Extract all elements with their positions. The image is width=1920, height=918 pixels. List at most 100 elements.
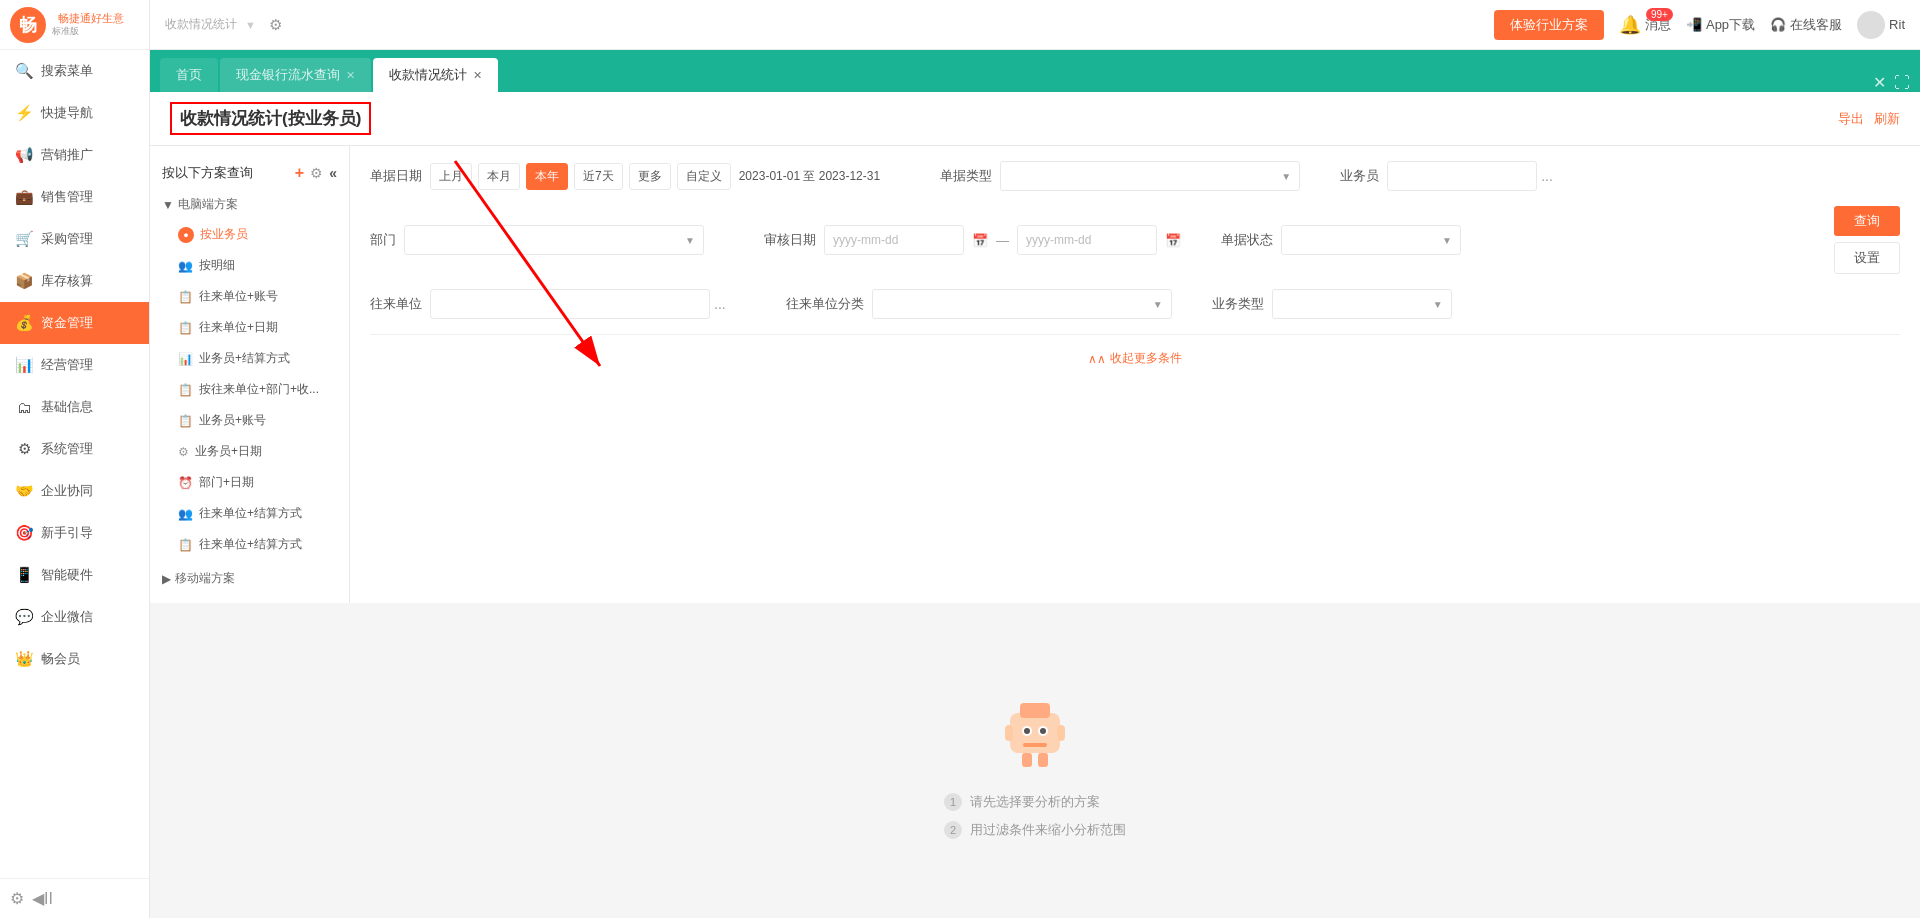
counterpart-more-btn[interactable]: ...: [714, 296, 726, 312]
sidebar-item-marketing[interactable]: 📢 营销推广: [0, 134, 149, 176]
counterpart-select[interactable]: [430, 289, 710, 319]
sidebar-item-enterprise[interactable]: 🤝 企业协同: [0, 470, 149, 512]
sidebar-item-operation[interactable]: 📊 经营管理: [0, 344, 149, 386]
scheme-item-counter-account[interactable]: 📋 往来单位+账号: [150, 281, 349, 312]
dept-select[interactable]: ▼: [404, 225, 704, 255]
page-actions: 导出 刷新: [1838, 110, 1900, 128]
audit-date-from-placeholder: yyyy-mm-dd: [833, 233, 898, 247]
scheme-item-salesperson[interactable]: ● 按业务员: [150, 219, 349, 250]
date-dash: —: [996, 233, 1009, 248]
logo-area: 畅 畅捷通好生意 标准版: [0, 0, 149, 50]
sidebar-label-basic: 基础信息: [41, 398, 93, 416]
date-btn-last-month[interactable]: 上月: [430, 163, 472, 190]
result-area: 1 请先选择要分析的方案 2 用过滤条件来缩小分析范围: [150, 603, 1920, 918]
sidebar-item-inventory[interactable]: 📦 库存核算: [0, 260, 149, 302]
scheme-item-icon-salesperson: ●: [178, 227, 194, 243]
svg-rect-12: [1038, 753, 1048, 767]
date-btn-more[interactable]: 更多: [629, 163, 671, 190]
audit-date-from-input[interactable]: yyyy-mm-dd: [824, 225, 964, 255]
export-button[interactable]: 导出: [1838, 110, 1864, 128]
date-btn-this-month[interactable]: 本月: [478, 163, 520, 190]
scheme-settings-button[interactable]: ⚙: [310, 164, 323, 182]
user-avatar: [1857, 11, 1885, 39]
app-download-area[interactable]: 📲 App下载: [1686, 16, 1755, 34]
scheme-add-button[interactable]: +: [295, 164, 304, 182]
date-btn-custom[interactable]: 自定义: [677, 163, 731, 190]
page-title: 收款情况统计(按业务员): [170, 102, 371, 135]
sidebar-label-hardware: 智能硬件: [41, 566, 93, 584]
scheme-item-label-detail: 按明细: [199, 257, 235, 274]
sidebar-item-hardware[interactable]: 📱 智能硬件: [0, 554, 149, 596]
date-btn-this-year[interactable]: 本年: [526, 163, 568, 190]
scheme-item-counter-dept[interactable]: 📋 按往来单位+部门+收...: [150, 374, 349, 405]
filter-settings-button[interactable]: 设置: [1834, 242, 1900, 274]
business-type-select[interactable]: ▼: [1272, 289, 1452, 319]
salesperson-more-btn[interactable]: ...: [1541, 168, 1553, 184]
scheme-item-detail[interactable]: 👥 按明细: [150, 250, 349, 281]
sidebar-label-marketing: 营销推广: [41, 146, 93, 164]
scheme-item-icon-counter-settlement2: 📋: [178, 538, 193, 552]
basic-icon: 🗂: [15, 398, 33, 416]
audit-date-to-input[interactable]: yyyy-mm-dd: [1017, 225, 1157, 255]
online-service-area[interactable]: 🎧 在线客服: [1770, 16, 1842, 34]
doctype-select[interactable]: ▼: [1000, 161, 1300, 191]
sidebar-item-system[interactable]: ⚙ 系统管理: [0, 428, 149, 470]
scheme-item-counter-settlement1[interactable]: 👥 往来单位+结算方式: [150, 498, 349, 529]
scheme-item-dept-date[interactable]: ⏰ 部门+日期: [150, 467, 349, 498]
audit-date-to-calendar[interactable]: 📅: [1165, 233, 1181, 248]
window-maximize-icon[interactable]: ⛶: [1894, 74, 1910, 92]
tab-bank-flow[interactable]: 现金银行流水查询 ✕: [220, 58, 371, 92]
scheme-item-sales-account[interactable]: 📋 业务员+账号: [150, 405, 349, 436]
docstatus-select-arrow: ▼: [1442, 235, 1452, 246]
window-close-icon[interactable]: ✕: [1873, 73, 1886, 92]
page-header: 收款情况统计(按业务员) 导出 刷新: [150, 92, 1920, 146]
scheme-item-icon-counter-date: 📋: [178, 321, 193, 335]
sidebar-item-purchase[interactable]: 🛒 采购管理: [0, 218, 149, 260]
filter-row-1: 单据日期 上月 本月 本年 近7天 更多 自定义 2023-01-01 至 20…: [370, 161, 1900, 191]
sidebar-item-sales[interactable]: 💼 销售管理: [0, 176, 149, 218]
docstatus-select[interactable]: ▼: [1281, 225, 1461, 255]
scheme-header: 按以下方案查询 + ⚙ «: [150, 156, 349, 190]
refresh-button[interactable]: 刷新: [1874, 110, 1900, 128]
audit-date-from-calendar[interactable]: 📅: [972, 233, 988, 248]
scheme-header-actions: + ⚙ «: [295, 164, 337, 182]
scheme-item-icon-counter-dept: 📋: [178, 383, 193, 397]
scheme-item-sales-settlement[interactable]: 📊 业务员+结算方式: [150, 343, 349, 374]
scheme-item-counter-date[interactable]: 📋 往来单位+日期: [150, 312, 349, 343]
footer-collapse-icon[interactable]: ◀II: [32, 889, 53, 908]
tab-receipt-stat[interactable]: 收款情况统计 ✕: [373, 58, 498, 92]
tab-home[interactable]: 首页: [160, 58, 218, 92]
filter-section: 按以下方案查询 + ⚙ « ▼ 电脑端方案 ● 按业务员: [150, 146, 1920, 603]
sidebar-item-quicknav[interactable]: ⚡ 快捷导航: [0, 92, 149, 134]
sidebar-item-search[interactable]: 🔍 搜索菜单: [0, 50, 149, 92]
scheme-category-pc[interactable]: ▼ 电脑端方案: [150, 190, 349, 219]
scheme-collapse-button[interactable]: «: [329, 164, 337, 182]
date-btn-7days[interactable]: 近7天: [574, 163, 623, 190]
sidebar-label-guide: 新手引导: [41, 524, 93, 542]
trial-industry-button[interactable]: 体验行业方案: [1494, 10, 1604, 40]
scheme-item-counter-settlement2[interactable]: 📋 往来单位+结算方式: [150, 529, 349, 560]
sidebar-item-finance[interactable]: 💰 资金管理: [0, 302, 149, 344]
user-area[interactable]: Rit: [1857, 11, 1905, 39]
footer-settings-icon[interactable]: ⚙: [10, 889, 24, 908]
tab-receipt-stat-close[interactable]: ✕: [473, 69, 482, 82]
query-button[interactable]: 查询: [1834, 206, 1900, 236]
sidebar-item-wechat[interactable]: 💬 企业微信: [0, 596, 149, 638]
audit-date-label: 审核日期: [764, 231, 816, 249]
counterpart-category-select[interactable]: ▼: [872, 289, 1172, 319]
scheme-item-sales-date[interactable]: ⚙ 业务员+日期: [150, 436, 349, 467]
collapse-conditions-button[interactable]: ∧∧ 收起更多条件: [1088, 350, 1182, 367]
tip-item-2: 2 用过滤条件来缩小分析范围: [944, 821, 1126, 839]
salesperson-select[interactable]: [1387, 161, 1537, 191]
tab-bank-flow-close[interactable]: ✕: [346, 69, 355, 82]
logo-badge: 标准版: [52, 25, 124, 38]
sidebar-item-member[interactable]: 👑 畅会员: [0, 638, 149, 680]
header-settings-icon[interactable]: ⚙: [269, 16, 282, 34]
filter-row-3: 往来单位 ... 往来单位分类 ▼: [370, 289, 1900, 319]
breadcrumb-area: 收款情况统计 ▼ ⚙: [165, 16, 1484, 34]
sidebar-item-basic[interactable]: 🗂 基础信息: [0, 386, 149, 428]
sidebar-item-guide[interactable]: 🎯 新手引导: [0, 512, 149, 554]
notification-area[interactable]: 🔔 99+ 消息: [1619, 14, 1671, 36]
scheme-category-mobile[interactable]: ▶ 移动端方案: [150, 564, 349, 593]
sidebar-label-system: 系统管理: [41, 440, 93, 458]
